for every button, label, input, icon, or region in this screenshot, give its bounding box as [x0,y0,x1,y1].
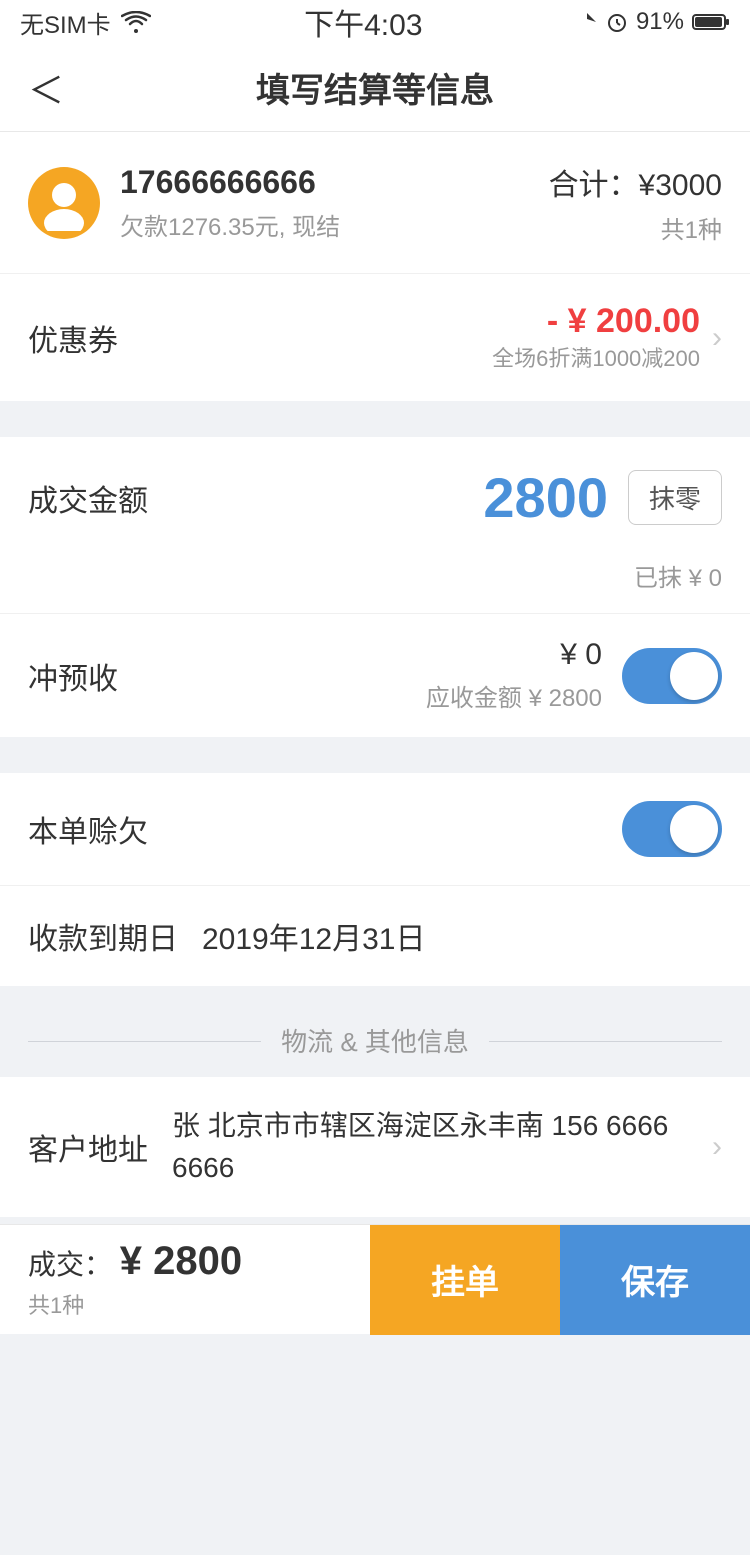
due-date-value: 2019年12月31日 [202,914,425,958]
section-divider-2 [0,755,750,773]
back-button[interactable]: ＜ [28,62,64,114]
debt-card: 本单赊欠 收款到期日 2019年12月31日 [0,773,750,986]
battery-icon [692,12,730,32]
due-date-row: 收款到期日 2019年12月31日 [0,885,750,986]
debt-row: 本单赊欠 [0,773,750,885]
user-total-amount: 合计：¥3000 [549,160,722,204]
bottom-summary: 成交： ¥ 2800 共1种 [0,1239,370,1320]
chevron-right-icon: › [712,321,722,355]
status-right: 91% [576,8,730,36]
avatar [28,167,100,239]
logistics-label: 物流 & 其他信息 [261,1022,489,1059]
status-time: 下午4:03 [304,0,422,44]
prepaid-right: ¥ 0 应收金额 ¥ 2800 [426,638,722,713]
summary-amount: ¥ 2800 [120,1239,242,1283]
transaction-label: 成交金额 [28,476,148,520]
logistics-divider: 物流 & 其他信息 [0,1004,750,1077]
round-button[interactable]: 抹零 [628,470,722,525]
user-total: 合计：¥3000 共1种 [549,160,722,245]
location-icon [576,11,598,33]
address-card: 客户地址 张 北京市市辖区海淀区永丰南 156 6666 6666 › [0,1077,750,1217]
debt-label: 本单赊欠 [28,807,148,851]
user-details: 17666666666 欠款1276.35元, 现结 [120,164,549,242]
hold-button[interactable]: 挂单 [370,1225,560,1335]
transaction-amount: 2800 [483,465,608,530]
prepaid-sub: 应收金额 ¥ 2800 [426,678,602,713]
summary-prefix: 成交： [28,1249,112,1280]
user-info-row: 17666666666 欠款1276.35元, 现结 合计：¥3000 共1种 [0,132,750,273]
prepaid-row: 冲预收 ¥ 0 应收金额 ¥ 2800 [0,613,750,737]
user-debt: 欠款1276.35元, 现结 [120,207,549,242]
due-date-label: 收款到期日 [28,914,178,958]
debt-toggle[interactable] [622,801,722,857]
coupon-desc: 全场6折满1000减200 [492,341,700,373]
coupon-row[interactable]: 优惠券 - ¥ 200.00 全场6折满1000减200 › [0,273,750,401]
toggle-knob [670,652,718,700]
transaction-card: 成交金额 2800 抹零 已抹 ¥ 0 冲预收 ¥ 0 应收金额 ¥ 2800 [0,437,750,737]
content-area: 17666666666 欠款1276.35元, 现结 合计：¥3000 共1种 … [0,132,750,1555]
prepaid-toggle[interactable] [622,648,722,704]
status-left: 无SIM卡 [20,5,151,40]
save-button[interactable]: 保存 [560,1225,750,1335]
avatar-icon [36,175,92,231]
address-value: 张 北京市市辖区海淀区永丰南 156 6666 6666 [172,1105,700,1189]
prepaid-label: 冲预收 [28,654,118,698]
nav-bar: ＜ 填写结算等信息 [0,44,750,132]
prepaid-amount: ¥ 0 [560,638,602,672]
amount-value-group: 2800 抹零 [483,465,722,530]
address-row[interactable]: 客户地址 张 北京市市辖区海淀区永丰南 156 6666 6666 › [0,1077,750,1217]
page-title: 填写结算等信息 [256,63,494,112]
prepaid-amounts: ¥ 0 应收金额 ¥ 2800 [426,638,602,713]
bottom-bar: 成交： ¥ 2800 共1种 挂单 保存 [0,1224,750,1334]
address-label: 客户地址 [28,1125,148,1169]
coupon-amount: - ¥ 200.00 [492,302,700,341]
section-divider-1 [0,419,750,437]
summary-count: 共1种 [28,1288,342,1320]
no-sim-text: 无SIM卡 [20,5,111,40]
alarm-icon [606,11,628,33]
coupon-label: 优惠券 [28,316,118,360]
battery-text: 91% [636,8,684,36]
user-info-card: 17666666666 欠款1276.35元, 现结 合计：¥3000 共1种 … [0,132,750,401]
address-chevron-icon: › [712,1130,722,1164]
user-total-count: 共1种 [549,210,722,245]
transaction-sub: 已抹 ¥ 0 [0,558,750,613]
wifi-icon [121,11,151,33]
amount-row: 成交金额 2800 抹零 [0,437,750,558]
user-phone: 17666666666 [120,164,549,201]
coupon-right: - ¥ 200.00 全场6折满1000减200 › [492,302,722,373]
bottom-summary-line: 成交： ¥ 2800 [28,1239,342,1284]
debt-toggle-knob [670,805,718,853]
status-bar: 无SIM卡 下午4:03 91% [0,0,750,44]
